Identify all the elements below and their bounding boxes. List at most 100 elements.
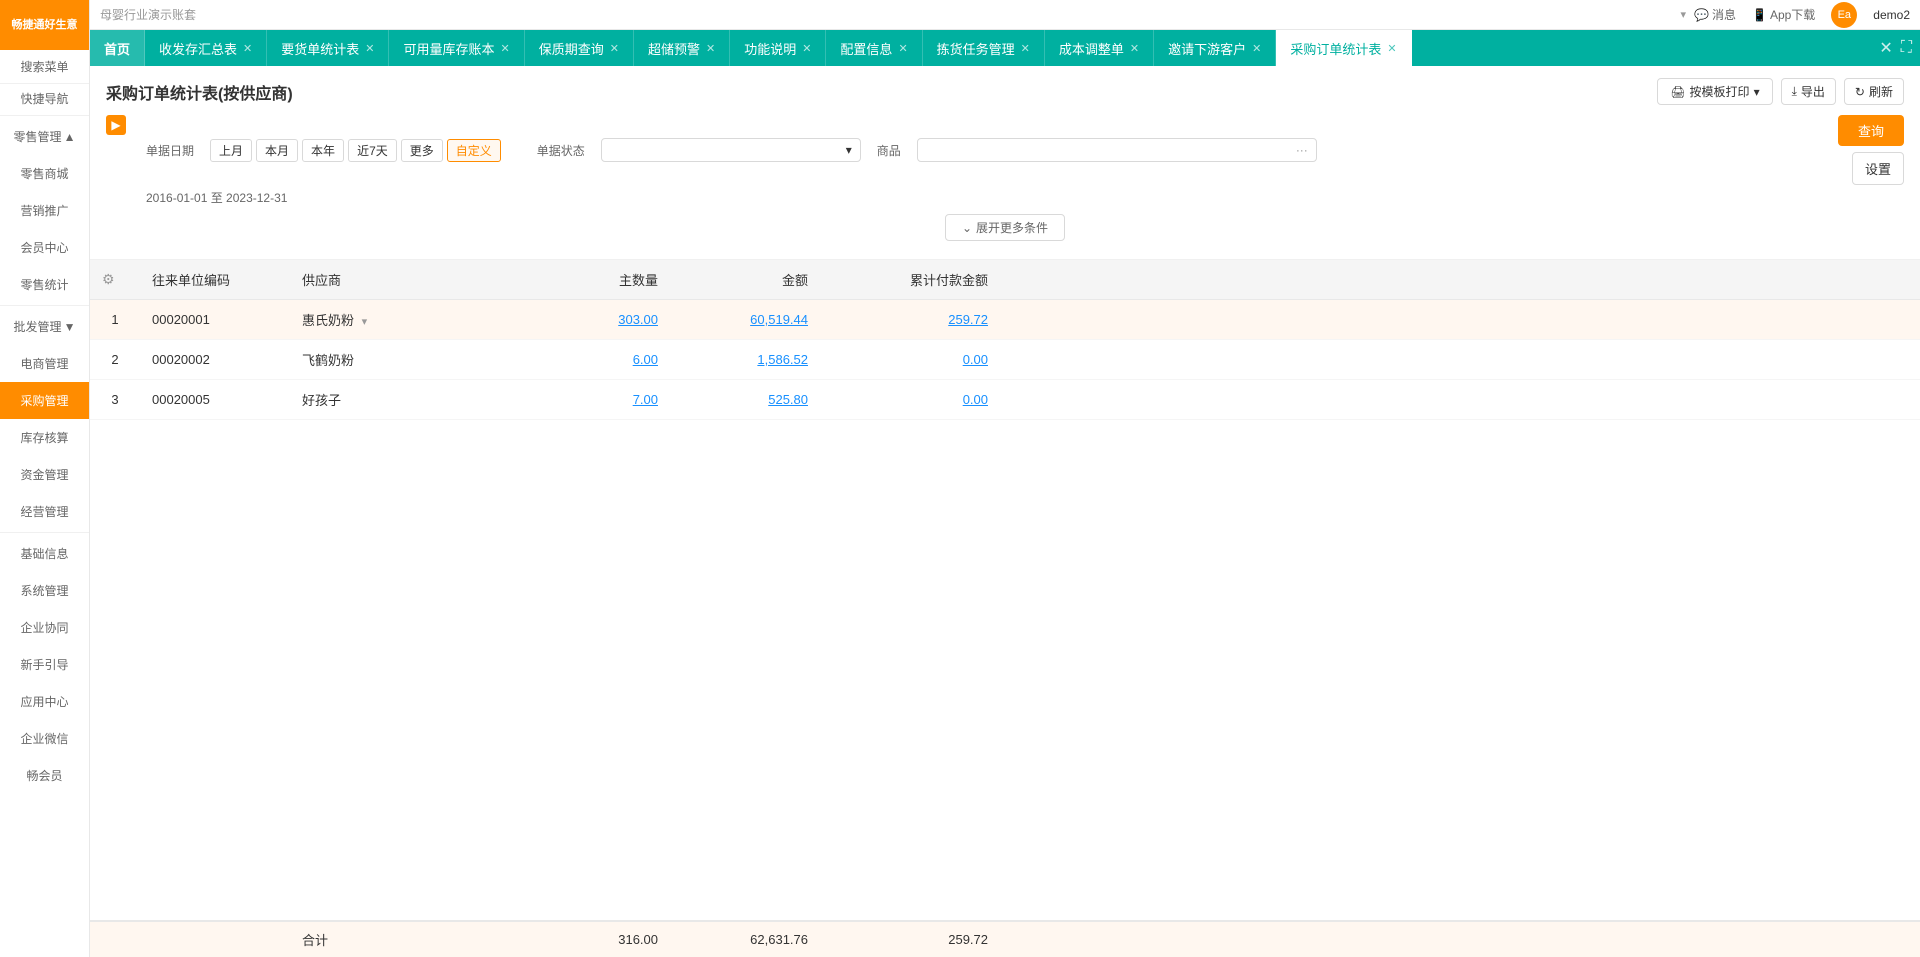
row-paid[interactable]: 259.72 [820, 300, 1000, 340]
tab-peizhi[interactable]: 配置信息 ✕ [826, 30, 922, 66]
row-paid[interactable]: 0.00 [820, 380, 1000, 420]
sidebar-item-quicknav[interactable]: 快捷导航 [0, 84, 89, 113]
row-qty[interactable]: 6.00 [540, 340, 670, 380]
query-button[interactable]: 查询 [1838, 115, 1904, 146]
footer-amount: 62,631.76 [670, 932, 820, 947]
sidebar-item-wechat[interactable]: 企业微信 [0, 720, 89, 757]
tab-keyongliang-close[interactable]: ✕ [501, 42, 510, 55]
tab-gongneng[interactable]: 功能说明 ✕ [730, 30, 826, 66]
goods-input-more[interactable]: ··· [1296, 143, 1308, 157]
tab-shoufafahui[interactable]: 收发存汇总表 ✕ [145, 30, 267, 66]
table-footer: 合计 316.00 62,631.76 259.72 [90, 920, 1920, 957]
sidebar-item-newuser[interactable]: 新手引导 [0, 646, 89, 683]
refresh-label: 刷新 [1869, 83, 1893, 100]
row-paid[interactable]: 0.00 [820, 340, 1000, 380]
sidebar-item-vip[interactable]: 畅会员 [0, 757, 89, 794]
date-last-month-btn[interactable]: 上月 [210, 139, 252, 162]
export-icon: ⤓ [1792, 84, 1797, 99]
sidebar-item-retail-stats[interactable]: 零售统计 [0, 266, 89, 303]
app-download-button[interactable]: 📱 App下载 [1752, 6, 1815, 23]
tab-chengben[interactable]: 成本调整单 ✕ [1045, 30, 1154, 66]
date-7days-btn[interactable]: 近7天 [348, 139, 397, 162]
row-amount[interactable]: 525.80 [670, 380, 820, 420]
tab-tuohuo-close[interactable]: ✕ [1021, 42, 1030, 55]
table-row: 1 00020001 惠氏奶粉 ▾ 303.00 60,519.44 259.7… [90, 300, 1920, 340]
date-this-month-btn[interactable]: 本月 [256, 139, 298, 162]
sidebar-item-enterprise-label: 企业协同 [20, 619, 68, 636]
tab-keyongliang-label: 可用量库存账本 [403, 39, 494, 58]
tab-baozhi-close[interactable]: ✕ [610, 42, 619, 55]
sidebar-item-search[interactable]: 搜索菜单 [0, 50, 89, 84]
tabbar-close-btn[interactable]: ✕ [1879, 38, 1892, 58]
print-label: 按模板打印 [1690, 83, 1750, 100]
sidebar-item-members-label: 会员中心 [20, 239, 68, 256]
filter-toggle-btn[interactable]: ▶ [106, 115, 126, 135]
date-this-year-btn[interactable]: 本年 [302, 139, 344, 162]
tab-yaohuodantong[interactable]: 要货单统计表 ✕ [267, 30, 389, 66]
page-actions: 🖨 按模板打印 ▾ ⤓ 导出 ↻ 刷新 [1657, 78, 1904, 105]
row-amount[interactable]: 60,519.44 [670, 300, 820, 340]
tab-caigou[interactable]: 采购订单统计表 ✕ [1276, 30, 1411, 66]
expand-more-btn[interactable]: ⌄ 展开更多条件 [945, 214, 1065, 241]
tab-chaochu[interactable]: 超储预警 ✕ [634, 30, 730, 66]
row-supplier: 惠氏奶粉 ▾ [290, 300, 540, 340]
sidebar-item-system[interactable]: 系统管理 [0, 572, 89, 609]
sidebar-item-ecommerce[interactable]: 电商管理 [0, 345, 89, 382]
tab-chengben-label: 成本调整单 [1059, 39, 1124, 58]
row-qty[interactable]: 7.00 [540, 380, 670, 420]
tab-gongneng-close[interactable]: ✕ [802, 42, 811, 55]
sidebar-item-wholesale[interactable]: 批发管理 ▼ [0, 308, 89, 345]
tab-tuohuo[interactable]: 拣货任务管理 ✕ [923, 30, 1045, 66]
message-button[interactable]: 💬 消息 [1694, 6, 1736, 23]
sidebar-item-retail-shop[interactable]: 零售商城 [0, 155, 89, 192]
sidebar-item-finance[interactable]: 资金管理 [0, 456, 89, 493]
tab-caigou-close[interactable]: ✕ [1387, 42, 1396, 55]
settings-button[interactable]: 设置 [1852, 152, 1904, 185]
sidebar-item-operations[interactable]: 经营管理 [0, 493, 89, 530]
sidebar-item-members[interactable]: 会员中心 [0, 229, 89, 266]
date-custom-btn[interactable]: 自定义 [447, 139, 501, 162]
sidebar-item-inventory[interactable]: 库存核算 [0, 419, 89, 456]
refresh-button[interactable]: ↻ 刷新 [1844, 78, 1904, 105]
tab-home[interactable]: 首页 [90, 30, 145, 66]
tab-yaohuodantong-close[interactable]: ✕ [365, 42, 374, 55]
print-button[interactable]: 🖨 按模板打印 ▾ [1657, 78, 1772, 105]
tab-caigou-label: 采购订单统计表 [1290, 39, 1381, 58]
col-supplier-header: 供应商 [290, 260, 540, 300]
sidebar-item-basic[interactable]: 基础信息 [0, 535, 89, 572]
row-amount[interactable]: 1,586.52 [670, 340, 820, 380]
row-code: 00020005 [140, 380, 290, 420]
date-filter-label: 单据日期 [146, 142, 194, 159]
tab-chengben-close[interactable]: ✕ [1130, 42, 1139, 55]
tab-yaohuodantong-label: 要货单统计表 [281, 39, 359, 58]
sidebar-item-system-label: 系统管理 [20, 582, 68, 599]
export-label: 导出 [1801, 83, 1825, 100]
row-extra [1000, 300, 1920, 340]
col-settings-header: ⚙ [90, 260, 140, 300]
goods-input[interactable]: ··· [917, 138, 1317, 162]
tab-baozhi[interactable]: 保质期查询 ✕ [525, 30, 634, 66]
expand-more-label: 展开更多条件 [976, 219, 1048, 236]
tab-yaoqing[interactable]: 邀请下游客户 ✕ [1154, 30, 1276, 66]
table-settings-icon[interactable]: ⚙ [102, 271, 115, 287]
sidebar-item-purchase[interactable]: 采购管理 [0, 382, 89, 419]
sidebar-item-basic-label: 基础信息 [20, 545, 68, 562]
page-header: 采购订单统计表(按供应商) 🖨 按模板打印 ▾ ⤓ 导出 ↻ 刷新 [90, 66, 1920, 105]
sidebar-item-appcenter[interactable]: 应用中心 [0, 683, 89, 720]
tabbar-expand-btn[interactable]: ⛶ [1901, 39, 1912, 57]
sidebar-item-retail[interactable]: 零售管理 ▲ [0, 118, 89, 155]
tab-shoufafahui-close[interactable]: ✕ [243, 42, 252, 55]
date-more-btn[interactable]: 更多 [401, 139, 443, 162]
tab-yaoqing-close[interactable]: ✕ [1252, 42, 1261, 55]
row-qty[interactable]: 303.00 [540, 300, 670, 340]
sidebar-item-enterprise[interactable]: 企业协同 [0, 609, 89, 646]
sidebar-item-marketing[interactable]: 营销推广 [0, 192, 89, 229]
export-button[interactable]: ⤓ 导出 [1781, 78, 1836, 105]
tab-keyongliang[interactable]: 可用量库存账本 ✕ [389, 30, 524, 66]
tab-chaochu-close[interactable]: ✕ [706, 42, 715, 55]
breadcrumb: 母婴行业演示账套 [100, 6, 1672, 23]
status-select-arrow: ▾ [846, 143, 852, 157]
filter-area: ▶ 单据日期 上月 本月 本年 近7天 更多 自定义 单据状 [90, 105, 1920, 260]
status-select[interactable]: ▾ [601, 138, 861, 162]
tab-peizhi-close[interactable]: ✕ [898, 42, 907, 55]
